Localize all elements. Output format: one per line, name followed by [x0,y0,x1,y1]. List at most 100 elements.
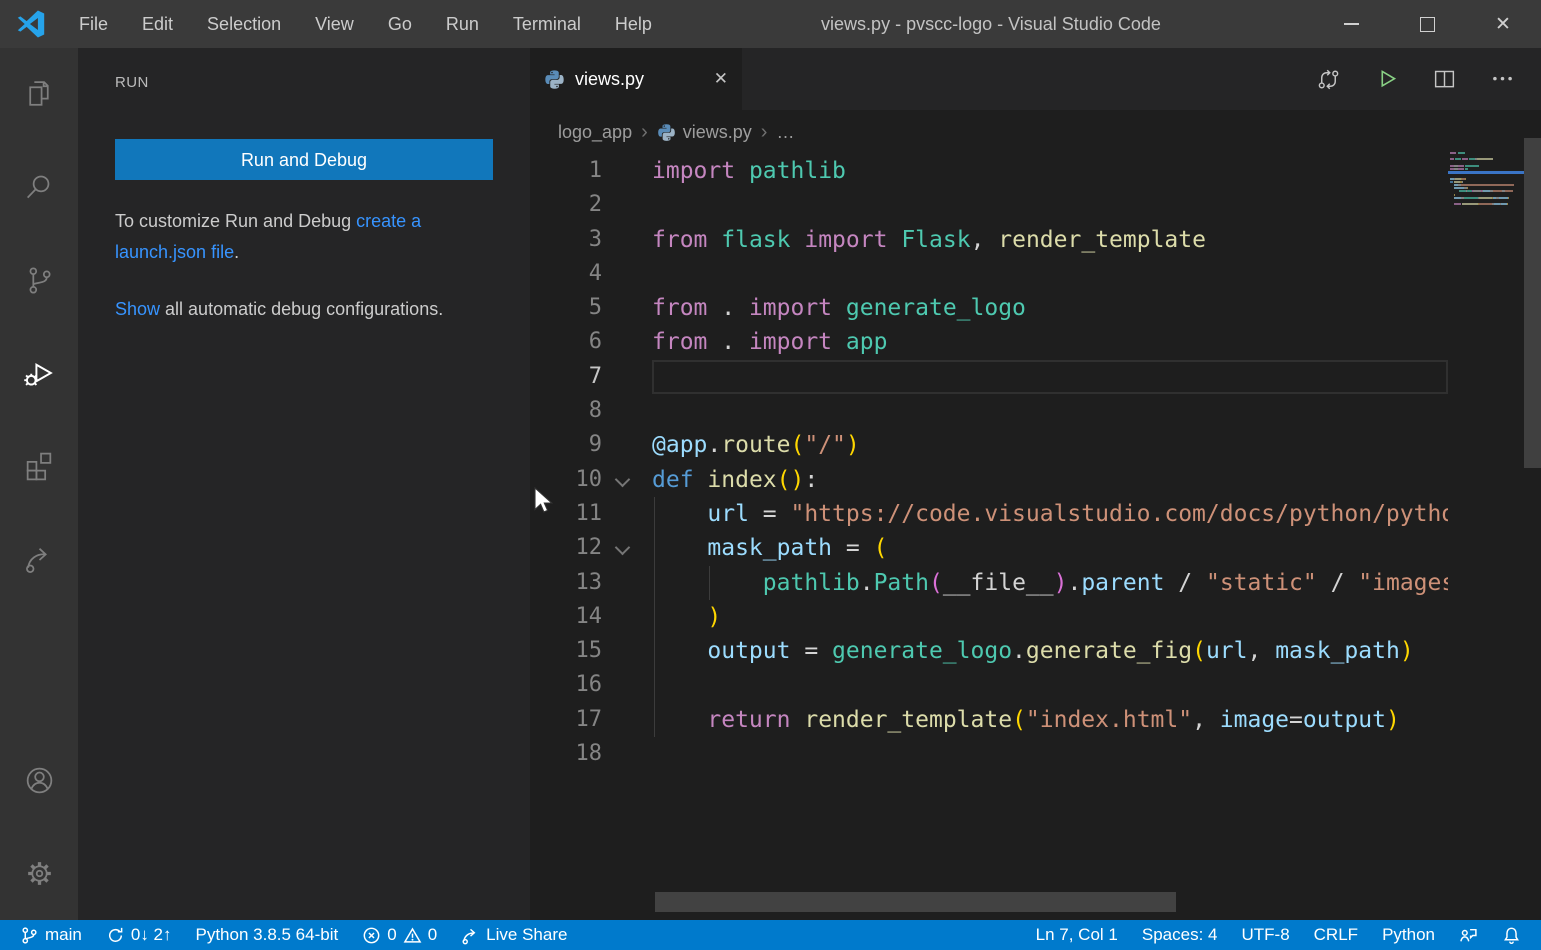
code-token: . [707,295,749,321]
minimap-line [1454,194,1455,196]
status-indentation[interactable]: Spaces: 4 [1130,920,1230,950]
menu-edit[interactable]: Edit [125,0,190,48]
menu-run[interactable]: Run [429,0,496,48]
run-and-debug-button[interactable]: Run and Debug [115,139,493,180]
mouse-cursor [532,486,555,522]
more-actions-button[interactable] [1473,48,1531,110]
code-line-content[interactable]: pathlib.Path(__file__).parent / "static"… [652,566,1448,600]
code-line-1: 1 import pathlib [530,154,1448,188]
more-icon [1489,66,1516,93]
code-line-content[interactable]: output = generate_logo.generate_fig(url,… [652,634,1448,668]
activity-extensions[interactable] [0,420,78,513]
status-problems[interactable]: 00 [350,920,449,950]
account-icon [23,764,56,797]
menu-go[interactable]: Go [371,0,429,48]
share-small-icon [461,926,480,945]
code-line-content[interactable] [652,360,1448,394]
activity-run-and-debug[interactable] [0,327,78,420]
minimap-line [1499,197,1509,199]
minimap-current-line [1448,171,1524,174]
fold-gutter [602,257,652,291]
status-sync-changes[interactable]: 0↓ 2↑ [94,920,184,950]
status-encoding[interactable]: UTF-8 [1229,920,1301,950]
breadcrumb-item-3[interactable]: … [776,122,794,143]
menu-help[interactable]: Help [598,0,669,48]
minimap-line [1473,190,1482,192]
code-line-17: 17 return render_template("index.html", … [530,703,1448,737]
code-line-content[interactable] [652,394,1448,428]
status-live-share[interactable]: Live Share [449,920,579,950]
status-git-branch[interactable]: main [8,920,94,950]
minimize-button[interactable] [1313,0,1389,48]
status-cursor-position[interactable]: Ln 7, Col 1 [1024,920,1130,950]
indent-guide [654,566,655,600]
code-token [652,707,707,733]
vertical-scrollbar[interactable] [1524,138,1541,468]
code-token: . [860,570,874,596]
activity-settings[interactable] [0,827,78,920]
maximize-button[interactable] [1389,0,1465,48]
code-area[interactable]: 1import pathlib23from flask import Flask… [530,154,1448,894]
status-bar: main0↓ 2↑Python 3.8.5 64-bit00Live Share… [0,920,1541,950]
code-line-content[interactable]: @app.route("/") [652,428,1448,462]
menu-file[interactable]: File [62,0,125,48]
line-number: 8 [530,394,602,428]
code-line-content[interactable] [652,668,1448,702]
open-changes-button[interactable] [1299,48,1357,110]
code-token: Flask [901,227,970,253]
code-line-15: 15 output = generate_logo.generate_fig(u… [530,634,1448,668]
status-language-mode[interactable]: Python [1370,920,1447,950]
code-line-content[interactable]: ) [652,600,1448,634]
code-line-content[interactable]: from flask import Flask, render_template [652,223,1448,257]
code-line-content[interactable] [652,188,1448,222]
menu-view[interactable]: View [298,0,371,48]
tab-views-py[interactable]: views.py ✕ [530,48,742,110]
code-line-2: 2 [530,188,1448,222]
code-token [694,467,708,493]
status-python-interpreter[interactable]: Python 3.8.5 64-bit [184,920,351,950]
code-line-content[interactable]: mask_path = ( [652,531,1448,565]
code-line-content[interactable]: from . import generate_logo [652,291,1448,325]
activity-account[interactable] [0,734,78,827]
run-file-button[interactable] [1357,48,1415,110]
close-button[interactable]: ✕ [1465,0,1541,48]
code-line-content[interactable]: def index(): [652,463,1448,497]
code-line-13: 13 pathlib.Path(__file__).parent / "stat… [530,566,1448,600]
indent-guide [654,531,655,565]
code-token: parent [1081,570,1164,596]
activity-source-control[interactable] [0,234,78,327]
code-line-content[interactable] [652,737,1448,771]
code-line-content[interactable]: return render_template("index.html", ima… [652,703,1448,737]
run-sidebar: RUN Run and Debug To customize Run and D… [78,48,530,920]
breadcrumb-separator: › [761,121,768,144]
tab-close-icon[interactable]: ✕ [714,69,728,89]
breadcrumb-item-2[interactable]: views.py [657,122,752,143]
code-line-10: 10def index(): [530,463,1448,497]
status-eol[interactable]: CRLF [1302,920,1370,950]
customize-text: To customize Run and Debug [115,211,356,231]
code-line-content[interactable]: import pathlib [652,154,1448,188]
menu-terminal[interactable]: Terminal [496,0,598,48]
line-number: 5 [530,291,602,325]
line-number: 12 [530,531,602,565]
horizontal-scrollbar[interactable] [655,892,1176,912]
code-line-content[interactable]: url = "https://code.visualstudio.com/doc… [652,497,1448,531]
fold-gutter[interactable] [602,463,652,497]
fold-gutter[interactable] [602,531,652,565]
minimap[interactable] [1448,148,1524,894]
activity-explorer[interactable] [0,48,78,141]
status-feedback[interactable] [1447,920,1490,950]
split-editor-button[interactable] [1415,48,1473,110]
menu-selection[interactable]: Selection [190,0,298,48]
minimap-line [1507,203,1508,205]
code-line-content[interactable] [652,257,1448,291]
activity-search[interactable] [0,141,78,234]
line-number: 1 [530,154,602,188]
code-line-content[interactable]: from . import app [652,325,1448,359]
show-configurations-link[interactable]: Show [115,299,160,319]
breadcrumb-item-1[interactable]: logo_app [558,122,632,143]
status-notifications[interactable] [1490,920,1533,950]
code-token: ( [1192,638,1206,664]
activity-live-share[interactable] [0,513,78,606]
title-bar: FileEditSelectionViewGoRunTerminalHelp v… [0,0,1541,48]
